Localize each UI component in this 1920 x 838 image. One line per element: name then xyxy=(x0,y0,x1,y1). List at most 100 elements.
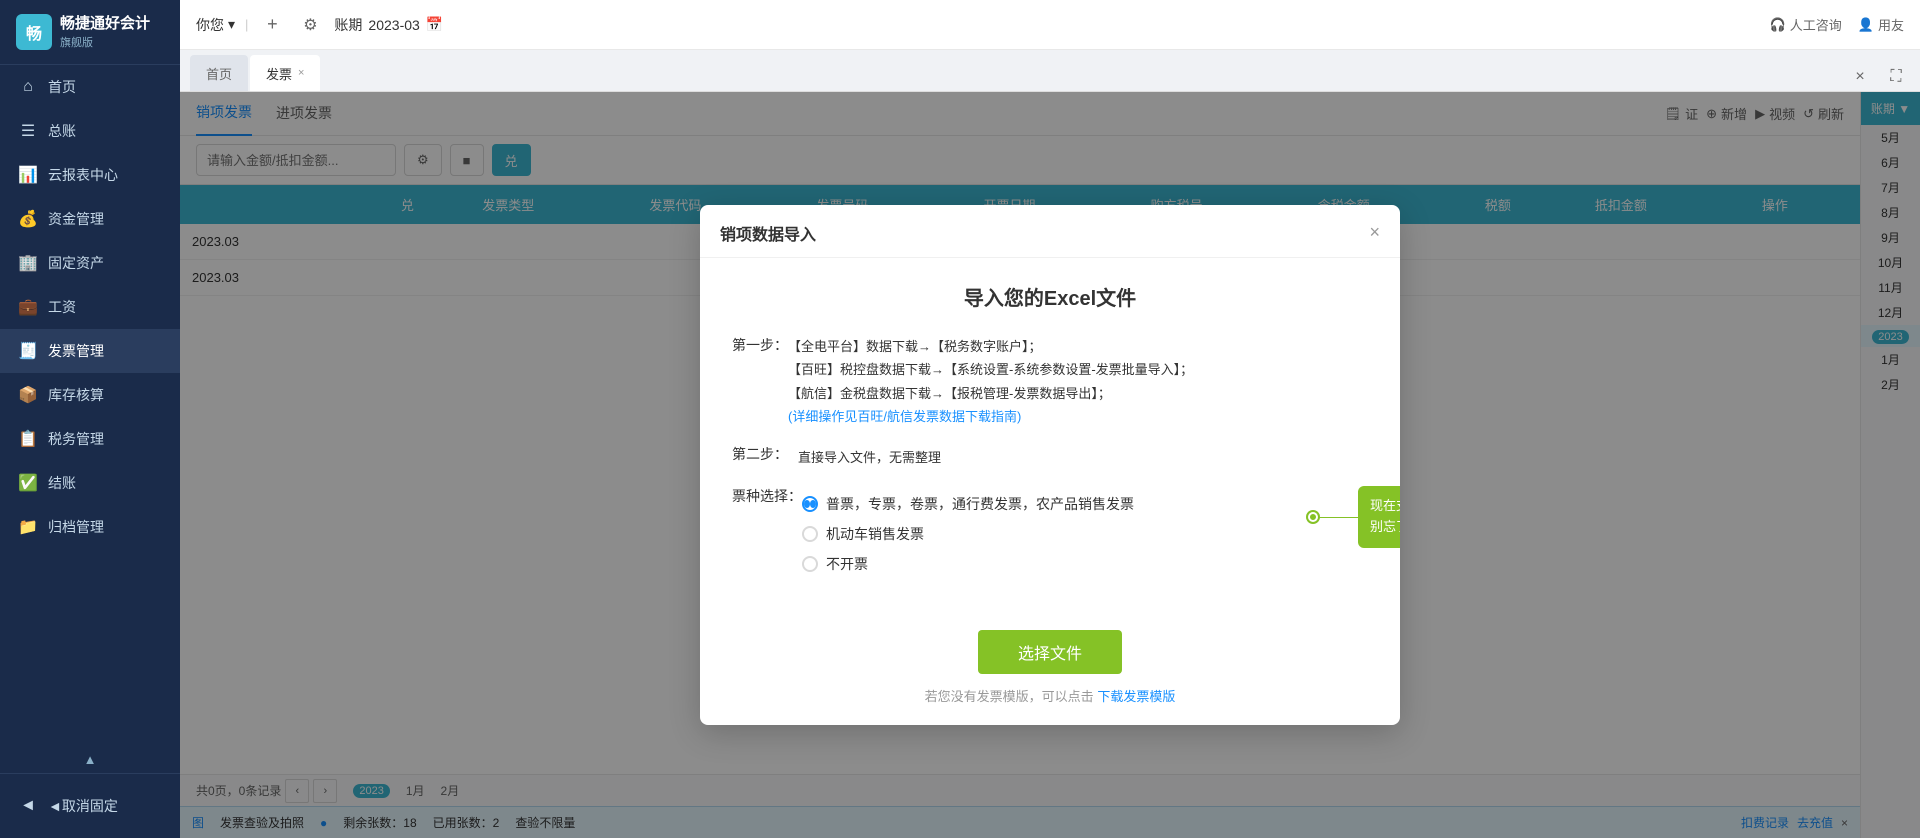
cancel-fixed-icon: ◄ xyxy=(18,796,38,816)
ledger-icon: ☰ xyxy=(18,121,38,141)
step1-link-text[interactable]: (详细操作见百旺/航信发票数据下载指南) xyxy=(788,409,1021,424)
step1-line2: 【百旺】税控盘数据下载→【系统设置-系统参数设置-发票批量导入】； xyxy=(788,358,1193,381)
sidebar-label-inventory: 库存核算 xyxy=(48,385,104,405)
consult-label: 人工咨询 xyxy=(1790,15,1842,34)
tooltip-dot xyxy=(1308,512,1318,522)
radio-normal[interactable]: 普票，专票，卷票，通行费发票，农产品销售发票 xyxy=(802,494,1134,514)
sidebar-item-fund[interactable]: 💰 资金管理 xyxy=(0,197,180,241)
user-icon: 👤 xyxy=(1858,17,1874,33)
step1-line3: 【航信】金税盘数据下载→【报税管理-发票数据导出】； xyxy=(788,382,1193,405)
ticket-radio-group: 普票，专票，卷票，通行费发票，农产品销售发票 机动车销售发票 不开票 xyxy=(802,494,1134,574)
modal-close-button[interactable]: × xyxy=(1369,222,1380,243)
tooltip-container: 现在支持的票种多了，导入发票时别忘了选择正确的发票类型哟! × xyxy=(1308,486,1400,548)
period-label: 账期 xyxy=(334,15,362,35)
calendar-icon: 📅 xyxy=(426,16,443,33)
invoice-icon: 🧾 xyxy=(18,341,38,361)
sidebar: 畅 畅捷通好会计 旗舰版 ⌂ 首页 ☰ 总账 📊 云报表中心 💰 资金管理 xyxy=(0,0,180,838)
modal-footer: 选择文件 若您没有发票模版，可以点击 下载发票模版 xyxy=(700,614,1400,725)
add-tab-button[interactable]: + xyxy=(258,11,286,39)
sidebar-item-archive[interactable]: 📁 归档管理 xyxy=(0,505,180,549)
period-value: 2023-03 xyxy=(368,17,419,33)
period-selector[interactable]: 账期 2023-03 📅 xyxy=(334,15,443,35)
sidebar-item-ledger[interactable]: ☰ 总账 xyxy=(0,109,180,153)
download-tip: 若您没有发票模版，可以点击 xyxy=(925,689,1094,704)
radio-no-ticket-circle xyxy=(802,556,818,572)
modal-header: 销项数据导入 × xyxy=(700,205,1400,258)
tooltip-text: 现在支持的票种多了，导入发票时别忘了选择正确的发票类型哟! xyxy=(1370,498,1400,534)
radio-motor[interactable]: 机动车销售发票 xyxy=(802,524,1134,544)
sidebar-label-cloud-report: 云报表中心 xyxy=(48,165,118,185)
sidebar-label-settlement: 结账 xyxy=(48,473,76,493)
sidebar-label-tax: 税务管理 xyxy=(48,429,104,449)
window-maximize-button[interactable]: ⛶ xyxy=(1882,63,1910,91)
sidebar-item-fixed-assets[interactable]: 🏢 固定资产 xyxy=(0,241,180,285)
download-template: 若您没有发票模版，可以点击 下载发票模版 xyxy=(925,686,1176,705)
tab-invoice-close-icon[interactable]: × xyxy=(298,67,304,79)
company-selector[interactable]: 你您 ▾ xyxy=(196,15,235,35)
home-icon: ⌂ xyxy=(18,77,38,97)
sidebar-label-payroll: 工资 xyxy=(48,297,76,317)
radio-no-ticket[interactable]: 不开票 xyxy=(802,554,1134,574)
main-area: 你您 ▾ | + ⚙ 账期 2023-03 📅 🎧 人工咨询 👤 用友 xyxy=(180,0,1920,838)
sidebar-label-fund: 资金管理 xyxy=(48,209,104,229)
sidebar-label-ledger: 总账 xyxy=(48,121,76,141)
tab-invoice-label: 发票 xyxy=(266,64,292,83)
logo-icon: 畅 xyxy=(16,14,52,50)
user-label: 用友 xyxy=(1878,15,1904,34)
step1-section: 第一步： 【全电平台】数据下载→【税务数字账户】； 【百旺】税控盘数据下载→【系… xyxy=(732,335,1368,429)
tax-icon: 📋 xyxy=(18,429,38,449)
payroll-icon: 💼 xyxy=(18,297,38,317)
sidebar-item-cloud-report[interactable]: 📊 云报表中心 xyxy=(0,153,180,197)
step1-label: 第一步： xyxy=(732,335,788,423)
sidebar-item-home[interactable]: ⌂ 首页 xyxy=(0,65,180,109)
modal-body: 导入您的Excel文件 第一步： 【全电平台】数据下载→【税务数字账户】； 【百… xyxy=(700,258,1400,615)
download-template-link[interactable]: 下载发票模版 xyxy=(1097,689,1175,704)
sidebar-item-payroll[interactable]: 💼 工资 xyxy=(0,285,180,329)
settlement-icon: ✅ xyxy=(18,473,38,493)
modal-title: 销项数据导入 xyxy=(720,221,816,245)
tooltip-line xyxy=(1318,517,1358,518)
radio-normal-circle xyxy=(802,496,818,512)
logo-area: 畅 畅捷通好会计 旗舰版 xyxy=(0,0,180,65)
company-chevron-icon: ▾ xyxy=(228,16,235,33)
step1-content: 【全电平台】数据下载→【税务数字账户】； 【百旺】税控盘数据下载→【系统设置-系… xyxy=(788,335,1193,429)
select-file-button[interactable]: 选择文件 xyxy=(978,630,1122,674)
logo-text: 畅捷通好会计 xyxy=(60,14,150,34)
fund-icon: 💰 xyxy=(18,209,38,229)
step1-link[interactable]: (详细操作见百旺/航信发票数据下载指南) xyxy=(788,405,1193,428)
sidebar-scroll-btn[interactable]: ▲ xyxy=(0,746,180,773)
tabbar: 首页 发票 × × ⛶ xyxy=(180,50,1920,92)
user-button[interactable]: 👤 用友 xyxy=(1858,15,1904,34)
sidebar-item-tax[interactable]: 📋 税务管理 xyxy=(0,417,180,461)
tab-home[interactable]: 首页 xyxy=(190,55,248,91)
topbar-right: 🎧 人工咨询 👤 用友 xyxy=(1770,15,1904,34)
sidebar-label-archive: 归档管理 xyxy=(48,517,104,537)
window-close-button[interactable]: × xyxy=(1846,63,1874,91)
radio-normal-label: 普票，专票，卷票，通行费发票，农产品销售发票 xyxy=(826,494,1134,514)
cloud-report-icon: 📊 xyxy=(18,165,38,185)
content-area: 销项发票 进项发票 🗒 证 ⊕ 新增 xyxy=(180,92,1920,838)
consult-button[interactable]: 🎧 人工咨询 xyxy=(1770,15,1842,34)
step2-content: 直接导入文件，无需整理 xyxy=(788,446,941,469)
inventory-icon: 📦 xyxy=(18,385,38,405)
window-controls: × ⛶ xyxy=(1846,63,1910,91)
radio-motor-circle xyxy=(802,526,818,542)
logo-sub: 旗舰版 xyxy=(60,34,150,50)
sidebar-label-fixed-assets: 固定资产 xyxy=(48,253,104,273)
settings-button[interactable]: ⚙ xyxy=(296,11,324,39)
tooltip-bubble: 现在支持的票种多了，导入发票时别忘了选择正确的发票类型哟! × xyxy=(1358,486,1400,548)
sidebar-item-inventory[interactable]: 📦 库存核算 xyxy=(0,373,180,417)
step1-line1: 【全电平台】数据下载→【税务数字账户】； xyxy=(788,335,1193,358)
sidebar-nav: ⌂ 首页 ☰ 总账 📊 云报表中心 💰 资金管理 🏢 固定资产 💼 工资 xyxy=(0,65,180,746)
headset-icon: 🎧 xyxy=(1770,17,1786,33)
sidebar-item-invoice[interactable]: 🧾 发票管理 xyxy=(0,329,180,373)
radio-motor-label: 机动车销售发票 xyxy=(826,524,924,544)
topbar-sep1: | xyxy=(245,17,248,32)
archive-icon: 📁 xyxy=(18,517,38,537)
sidebar-label-home: 首页 xyxy=(48,77,76,97)
sidebar-cancel-fixed[interactable]: ◄ ◄取消固定 xyxy=(0,784,180,828)
sidebar-label-cancel-fixed: ◄取消固定 xyxy=(48,796,118,816)
sidebar-item-settlement[interactable]: ✅ 结账 xyxy=(0,461,180,505)
tab-invoice[interactable]: 发票 × xyxy=(250,55,320,91)
company-name: 你您 xyxy=(196,15,224,35)
